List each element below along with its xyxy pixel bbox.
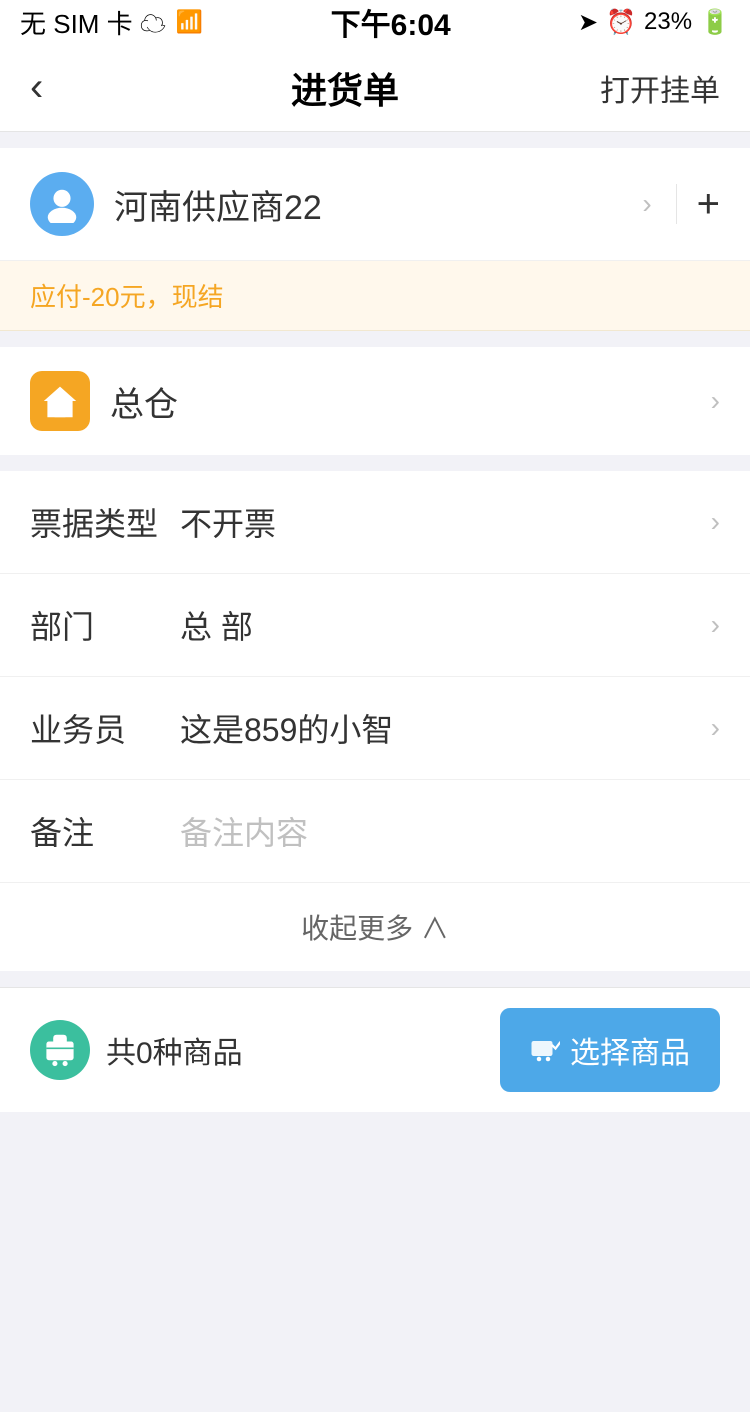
collapse-row[interactable]: 收起更多 ∧ [0,882,750,971]
salesperson-row[interactable]: 业务员 这是859的小智 › [0,677,750,780]
person-icon [43,185,81,223]
status-time: 下午6:04 [331,0,451,44]
supplier-section: 河南供应商22 › + 应付-20元，现结 [0,148,750,331]
select-product-label: 选择商品 [570,1028,690,1072]
remark-input[interactable]: 备注内容 [170,808,720,854]
status-right: ➤ ⏰ 23% 🔋 [578,8,730,37]
sim-label: 无 SIM 卡 ☁ [20,4,166,41]
gap-3 [0,455,750,471]
battery-icon: 🔋 [700,8,730,37]
remark-label: 备注 [30,808,170,854]
location-icon: ➤ [578,8,598,37]
warehouse-name: 总仓 [110,377,711,426]
bottom-bar: 共0种商品 选择商品 [0,987,750,1112]
invoice-type-label: 票据类型 [30,499,170,545]
status-bar: 无 SIM 卡 ☁ 📶 下午6:04 ➤ ⏰ 23% 🔋 [0,0,750,44]
supplier-avatar [30,172,94,236]
product-count-icon [30,1020,90,1080]
gap-2 [0,331,750,347]
invoice-type-value: 不开票 [170,499,711,545]
cart-icon [43,1033,77,1067]
supplier-name: 河南供应商22 [114,180,642,229]
warehouse-section: 总仓 › [0,347,750,455]
open-pending-button[interactable]: 打开挂单 [600,66,720,110]
department-value: 总 部 [170,602,711,648]
product-count-text: 共0种商品 [106,1028,500,1072]
warehouse-row[interactable]: 总仓 › [0,347,750,455]
gap-1 [0,132,750,148]
invoice-type-chevron-icon: › [711,506,720,538]
invoice-type-row[interactable]: 票据类型 不开票 › [0,471,750,574]
remark-row[interactable]: 备注 备注内容 [0,780,750,882]
warehouse-chevron-icon: › [711,385,720,417]
notice-bar: 应付-20元，现结 [0,261,750,331]
salesperson-value: 这是859的小智 [170,705,711,751]
home-icon [42,383,78,419]
department-row[interactable]: 部门 总 部 › [0,574,750,677]
select-cart-icon [530,1035,560,1065]
warehouse-icon [30,371,90,431]
supplier-chevron-icon: › [642,188,651,220]
wifi-icon: 📶 [176,9,203,35]
select-product-button[interactable]: 选择商品 [500,1008,720,1092]
collapse-label[interactable]: 收起更多 ∧ [301,907,449,947]
battery-label: 23% [644,8,692,36]
page-title: 进货单 [291,62,399,114]
gap-4 [0,971,750,987]
status-left: 无 SIM 卡 ☁ 📶 [20,4,203,41]
alarm-icon: ⏰ [606,8,636,37]
supplier-row[interactable]: 河南供应商22 › + [0,148,750,261]
salesperson-chevron-icon: › [711,712,720,744]
add-supplier-button[interactable]: + [676,184,720,224]
department-chevron-icon: › [711,609,720,641]
notice-text: 应付-20元，现结 [30,282,224,312]
back-button[interactable]: ‹ [30,65,90,110]
rest-background [0,1112,750,1412]
form-section: 票据类型 不开票 › 部门 总 部 › 业务员 这是859的小智 › 备注 备注… [0,471,750,882]
nav-bar: ‹ 进货单 打开挂单 [0,44,750,132]
salesperson-label: 业务员 [30,705,170,751]
department-label: 部门 [30,602,170,648]
